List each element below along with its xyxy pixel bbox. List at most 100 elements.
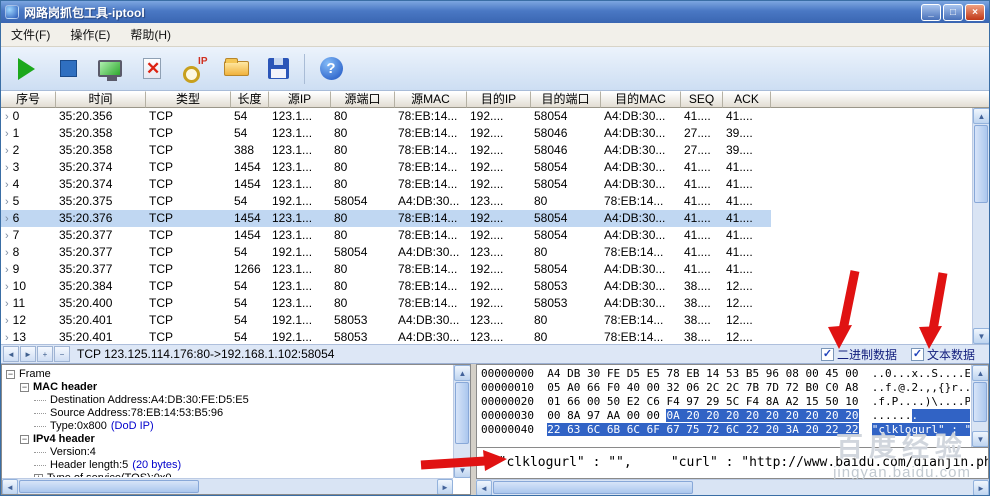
row-expand-icon[interactable]: › — [5, 315, 9, 327]
column-header-11[interactable]: ACK — [723, 91, 771, 108]
hex-line-1[interactable]: 00000010 05 A0 66 F0 40 00 32 06 2C 2C 7… — [481, 381, 970, 395]
column-header-3[interactable]: 长度 — [231, 91, 269, 108]
scroll-down-button[interactable]: ▼ — [972, 431, 988, 447]
tree-item-1[interactable]: − MAC header — [3, 381, 452, 394]
scroll-left-button[interactable]: ◄ — [2, 479, 18, 494]
tree-item-3[interactable]: Source Address:78:EB:14:53:B5:96 — [3, 407, 452, 420]
column-header-9[interactable]: 目的MAC — [601, 91, 681, 108]
table-vertical-scrollbar[interactable]: ▲ ▼ — [972, 108, 989, 344]
menu-item-1[interactable]: 操作(E) — [60, 23, 120, 46]
text-view[interactable]: "clklogurl" : "", "curl" : "http://www.b… — [476, 448, 989, 479]
column-header-7[interactable]: 目的IP — [467, 91, 531, 108]
packet-row-9[interactable]: › 9 35:20.377 TCP 1266 123.1... 80 78:EB:14... 1… — [1, 261, 771, 278]
maximize-button[interactable]: □ — [943, 3, 963, 21]
packet-row-13[interactable]: › 13 35:20.401 TCP 54 192.1... 58053 A4:DB:30..… — [1, 329, 771, 344]
scroll-thumb[interactable] — [19, 480, 199, 493]
ip-filter-button[interactable] — [174, 50, 214, 88]
tree-item-6[interactable]: Version:4 — [3, 446, 452, 459]
scroll-down-button[interactable]: ▼ — [454, 462, 470, 478]
packet-row-3[interactable]: › 3 35:20.374 TCP 1454 123.1... 80 78:EB:14... 1… — [1, 159, 771, 176]
stop-capture-button[interactable] — [48, 50, 88, 88]
start-capture-button[interactable] — [6, 50, 46, 88]
tree-vertical-scrollbar[interactable]: ▲ ▼ — [453, 365, 470, 478]
nav-minus-button[interactable]: − — [54, 346, 70, 362]
scroll-down-button[interactable]: ▼ — [973, 328, 989, 344]
binary-data-checkbox[interactable]: ✓ 二进制数据 — [820, 346, 897, 363]
hex-view[interactable]: 00000000 A4 DB 30 FE D5 E5 78 EB 14 53 B… — [476, 364, 989, 448]
packet-row-10[interactable]: › 10 35:20.384 TCP 54 123.1... 80 78:EB:14... 19… — [1, 278, 771, 295]
packet-row-0[interactable]: › 0 35:20.356 TCP 54 123.1... 80 78:EB:14... 192… — [1, 108, 771, 125]
packet-row-8[interactable]: › 8 35:20.377 TCP 54 192.1... 58054 A4:DB:30...… — [1, 244, 771, 261]
row-expand-icon[interactable]: › — [5, 298, 9, 310]
menu-item-2[interactable]: 帮助(H) — [120, 23, 181, 46]
column-header-0[interactable]: 序号 — [1, 91, 56, 108]
tree-item-7[interactable]: Header length:5 (20 bytes) — [3, 459, 452, 472]
column-header-2[interactable]: 类型 — [146, 91, 231, 108]
row-expand-icon[interactable]: › — [5, 247, 9, 259]
packet-row-11[interactable]: › 11 35:20.400 TCP 54 123.1... 80 78:EB:14... 19… — [1, 295, 771, 312]
menu-item-0[interactable]: 文件(F) — [1, 23, 60, 46]
row-expand-icon[interactable]: › — [5, 179, 9, 191]
column-header-8[interactable]: 目的端口 — [531, 91, 601, 108]
nav-prev-button[interactable]: ◄ — [3, 346, 19, 362]
clear-list-button[interactable] — [132, 50, 172, 88]
scroll-right-button[interactable]: ► — [437, 479, 453, 494]
column-header-1[interactable]: 时间 — [56, 91, 146, 108]
column-header-10[interactable]: SEQ — [681, 91, 723, 108]
tree-item-5[interactable]: − IPv4 header — [3, 433, 452, 446]
hex-line-0[interactable]: 00000000 A4 DB 30 FE D5 E5 78 EB 14 53 B… — [481, 367, 970, 381]
scroll-left-button[interactable]: ◄ — [476, 480, 492, 495]
hex-line-4[interactable]: 00000040 22 63 6C 6B 6C 6F 67 75 72 6C 2… — [481, 423, 970, 437]
row-expand-icon[interactable]: › — [5, 264, 9, 276]
tree-horizontal-scrollbar[interactable]: ◄ ► — [2, 478, 453, 494]
text-data-checkbox[interactable]: ✓ 文本数据 — [910, 346, 975, 363]
packet-row-1[interactable]: › 1 35:20.358 TCP 54 123.1... 80 78:EB:14... 192… — [1, 125, 771, 142]
nav-next-button[interactable]: ► — [20, 346, 36, 362]
hex-line-3[interactable]: 00000030 00 8A 97 AA 00 00 0A 20 20 20 2… — [481, 409, 970, 423]
collapse-icon[interactable]: − — [20, 383, 29, 392]
scroll-thumb[interactable] — [974, 125, 988, 203]
tree-item-8[interactable]: + Type of service(TOS):0x0 — [3, 472, 452, 477]
tree-item-4[interactable]: Type:0x800 (DoD IP) — [3, 420, 452, 433]
packet-row-12[interactable]: › 12 35:20.401 TCP 54 192.1... 58053 A4:DB:30..… — [1, 312, 771, 329]
close-button[interactable]: × — [965, 3, 985, 21]
help-button[interactable] — [311, 50, 351, 88]
hex-line-2[interactable]: 00000020 01 66 00 50 E2 C6 F4 97 29 5C F… — [481, 395, 970, 409]
save-file-button[interactable] — [258, 50, 298, 88]
row-expand-icon[interactable]: › — [5, 128, 9, 140]
column-header-4[interactable]: 源IP — [269, 91, 331, 108]
row-expand-icon[interactable]: › — [5, 213, 9, 225]
column-header-5[interactable]: 源端口 — [331, 91, 395, 108]
row-expand-icon[interactable]: › — [5, 145, 9, 157]
packet-row-4[interactable]: › 4 35:20.374 TCP 1454 123.1... 80 78:EB:14... 1… — [1, 176, 771, 193]
row-expand-icon[interactable]: › — [5, 196, 9, 208]
scroll-up-button[interactable]: ▲ — [973, 108, 989, 124]
tree-item-0[interactable]: − Frame — [3, 368, 452, 381]
text-horizontal-scrollbar[interactable]: ◄ ► — [476, 479, 989, 495]
row-expand-icon[interactable]: › — [5, 281, 9, 293]
hex-vertical-scrollbar[interactable]: ▲ ▼ — [971, 365, 988, 447]
packet-row-2[interactable]: › 2 35:20.358 TCP 388 123.1... 80 78:EB:14... 19… — [1, 142, 771, 159]
column-header-6[interactable]: 源MAC — [395, 91, 467, 108]
packet-row-7[interactable]: › 7 35:20.377 TCP 1454 123.1... 80 78:EB:14... 1… — [1, 227, 771, 244]
packet-row-6[interactable]: › 6 35:20.376 TCP 1454 123.1... 80 78:EB:14... 1… — [1, 210, 771, 227]
collapse-icon[interactable]: − — [6, 370, 15, 379]
expand-icon[interactable]: + — [34, 474, 43, 477]
open-file-button[interactable] — [216, 50, 256, 88]
scroll-right-button[interactable]: ► — [973, 480, 989, 495]
scroll-thumb[interactable] — [455, 382, 469, 444]
row-expand-icon[interactable]: › — [5, 111, 9, 123]
scroll-thumb[interactable] — [973, 382, 987, 422]
row-expand-icon[interactable]: › — [5, 230, 9, 242]
adapter-monitor-button[interactable] — [90, 50, 130, 88]
checkbox-icon[interactable]: ✓ — [910, 347, 924, 361]
minimize-button[interactable]: _ — [921, 3, 941, 21]
checkbox-icon[interactable]: ✓ — [820, 347, 834, 361]
row-expand-icon[interactable]: › — [5, 332, 9, 344]
collapse-icon[interactable]: − — [20, 435, 29, 444]
nav-plus-button[interactable]: + — [37, 346, 53, 362]
tree-item-2[interactable]: Destination Address:A4:DB:30:FE:D5:E5 — [3, 394, 452, 407]
scroll-up-button[interactable]: ▲ — [972, 365, 988, 381]
row-expand-icon[interactable]: › — [5, 162, 9, 174]
scroll-thumb[interactable] — [493, 481, 693, 494]
